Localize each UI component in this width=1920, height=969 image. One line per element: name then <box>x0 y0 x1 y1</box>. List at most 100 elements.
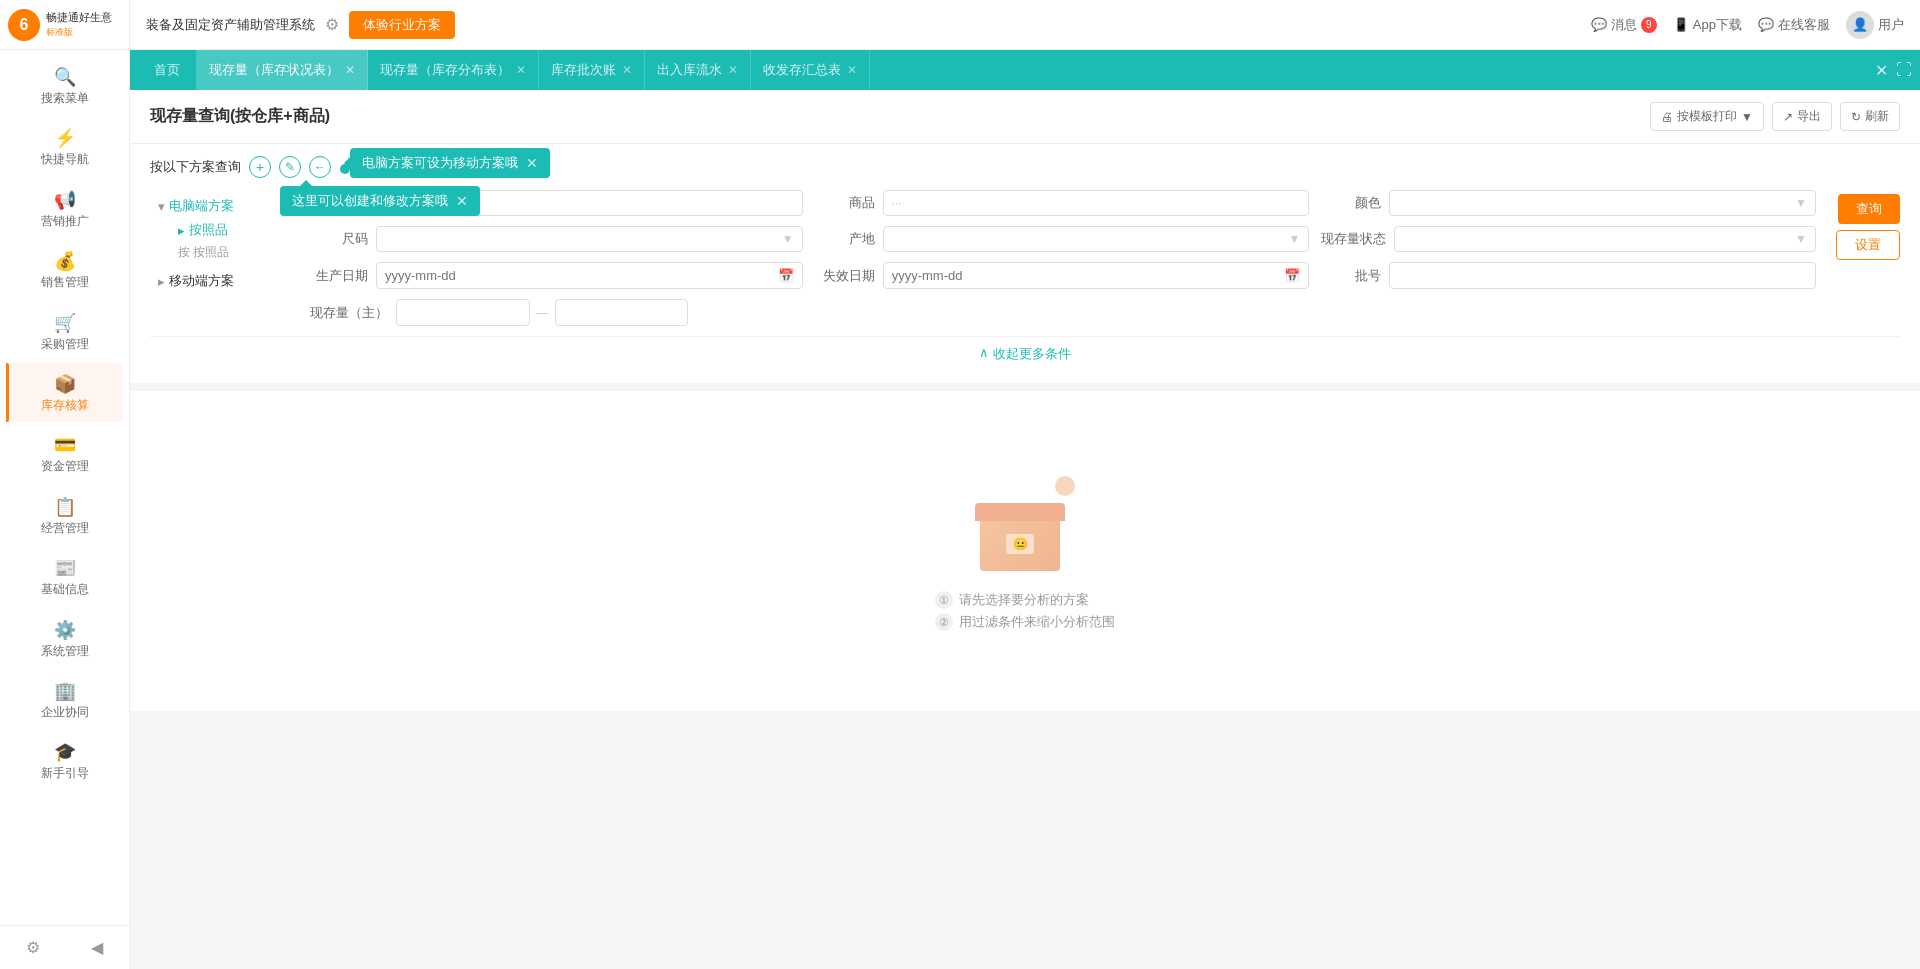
sidebar-item-purchase[interactable]: 🛒 采购管理 <box>6 302 123 361</box>
scheme-tooltip-close[interactable]: ✕ <box>526 155 538 171</box>
exp-date-field: 失效日期 📅 <box>815 262 1310 289</box>
collapse-icon: ∧ <box>979 345 989 363</box>
sidebar-item-label: 企业协同 <box>41 705 89 719</box>
tab-close-inventory-dist[interactable]: ✕ <box>516 63 526 77</box>
header-settings-icon[interactable]: ⚙ <box>325 15 339 34</box>
tab-inventory-dist[interactable]: 现存量（库存分布表） ✕ <box>368 50 539 90</box>
prod-date-input[interactable]: 📅 <box>376 262 803 289</box>
print-button[interactable]: 🖨 按模板打印 ▼ <box>1650 102 1764 131</box>
sidebar-item-operation[interactable]: 📋 经营管理 <box>6 486 123 545</box>
sidebar-item-quick-nav[interactable]: ⚡ 快捷导航 <box>6 117 123 176</box>
message-badge: 9 <box>1641 17 1657 33</box>
export-button[interactable]: ↗ 导出 <box>1772 102 1832 131</box>
tab-inventory-status[interactable]: 现存量（库存状况表） ✕ <box>197 50 368 90</box>
tab-collect-summary[interactable]: 收发存汇总表 ✕ <box>751 50 870 90</box>
stock-main-from[interactable] <box>396 299 530 326</box>
mobile-arrow-icon: ▸ <box>158 274 165 289</box>
origin-label: 产地 <box>815 230 875 248</box>
app-download-item[interactable]: 📱 App下载 <box>1673 16 1742 34</box>
plus-icon: + <box>256 159 264 175</box>
exp-calendar-icon: 📅 <box>1284 268 1300 283</box>
color-select[interactable]: ▼ <box>1389 190 1816 216</box>
header-actions: 🖨 按模板打印 ▼ ↗ 导出 ↻ 刷新 <box>1650 102 1900 143</box>
tab-close-io-flow[interactable]: ✕ <box>728 63 738 77</box>
tab-home[interactable]: 首页 <box>138 50 197 90</box>
tab-close-batch-account[interactable]: ✕ <box>622 63 632 77</box>
scheme-tree: ▾ 电脑端方案 ▸ 按照品 按 按照品 ▸ 移动端方案 <box>158 190 288 293</box>
stock-main-to-input[interactable] <box>564 305 680 320</box>
scheme-tooltip: 电脑方案可设为移动方案哦 ✕ <box>350 148 550 178</box>
message-item[interactable]: 💬 消息 9 <box>1591 16 1657 34</box>
sidebar-item-label: 系统管理 <box>41 644 89 658</box>
sales-icon: 💰 <box>54 250 76 272</box>
batch-input[interactable] <box>1389 262 1816 289</box>
search-button[interactable]: 查询 <box>1838 194 1900 224</box>
online-service-item[interactable]: 💬 在线客服 <box>1758 16 1830 34</box>
scheme-child-label: 按照品 <box>189 221 228 239</box>
tab-close-inventory-status[interactable]: ✕ <box>345 63 355 77</box>
stock-status-label: 现存量状态 <box>1321 230 1386 248</box>
user-item[interactable]: 👤 用户 <box>1846 11 1904 39</box>
tab-close-all-btn[interactable]: ✕ <box>1875 61 1888 80</box>
tab-close-collect-summary[interactable]: ✕ <box>847 63 857 77</box>
back-arrow-btn[interactable]: ← <box>309 156 331 178</box>
stock-status-select[interactable]: ▼ <box>1394 226 1816 252</box>
scheme-item-pc[interactable]: ▾ 电脑端方案 <box>158 194 288 218</box>
online-service-label: 在线客服 <box>1778 16 1830 34</box>
box-lid <box>975 503 1065 521</box>
sidebar-item-search[interactable]: 🔍 搜索菜单 <box>6 56 123 115</box>
tab-fullscreen-btn[interactable]: ⛶ <box>1896 61 1912 80</box>
filter-actions: 查询 设置 <box>1836 190 1900 260</box>
calendar-icon: 📅 <box>778 268 794 283</box>
tab-batch-account[interactable]: 库存批次账 ✕ <box>539 50 645 90</box>
prod-date-text-input[interactable] <box>385 268 778 283</box>
trial-button[interactable]: 体验行业方案 <box>349 11 455 39</box>
tab-bar-right: ✕ ⛶ <box>1875 61 1912 80</box>
filter-row-2: 尺码 ▼ 产地 ▼ <box>308 226 1816 252</box>
header-right: 💬 消息 9 📱 App下载 💬 在线客服 👤 用户 <box>1591 11 1904 39</box>
sidebar-item-inventory[interactable]: 📦 库存核算 <box>6 363 123 422</box>
sidebar-item-label: 资金管理 <box>41 459 89 473</box>
refresh-button[interactable]: ↻ 刷新 <box>1840 102 1900 131</box>
exp-date-input[interactable]: 📅 <box>883 262 1310 289</box>
stock-main-to[interactable] <box>555 299 689 326</box>
scheme-item-mobile[interactable]: ▸ 移动端方案 <box>158 269 288 293</box>
purchase-icon: 🛒 <box>54 312 76 334</box>
sidebar-item-finance[interactable]: 💳 资金管理 <box>6 424 123 483</box>
sidebar-item-basic[interactable]: 📰 基础信息 <box>6 547 123 606</box>
add-scheme-btn[interactable]: + <box>249 156 271 178</box>
batch-text-input[interactable] <box>1398 268 1807 283</box>
goods-input[interactable]: ··· <box>883 190 1310 216</box>
sidebar-item-guide[interactable]: 🎓 新手引导 <box>6 731 123 790</box>
set-button[interactable]: 设置 <box>1836 230 1900 260</box>
sidebar-settings-btn[interactable]: ⚙ <box>22 934 44 961</box>
system-title: 装备及固定资产辅助管理系统 <box>146 16 315 34</box>
sidebar-item-sales[interactable]: 💰 销售管理 <box>6 240 123 299</box>
edit-scheme-btn[interactable]: ✎ <box>279 156 301 178</box>
online-service-icon: 💬 <box>1758 17 1774 32</box>
tab-io-flow[interactable]: 出入库流水 ✕ <box>645 50 751 90</box>
top-header: 装备及固定资产辅助管理系统 ⚙ 体验行业方案 💬 消息 9 📱 App下载 💬 … <box>130 0 1920 50</box>
scheme-item-pc-child[interactable]: ▸ 按照品 <box>158 218 288 242</box>
origin-select[interactable]: ▼ <box>883 226 1310 252</box>
sidebar-item-label: 新手引导 <box>41 766 89 780</box>
edit-tooltip: 这里可以创建和修改方案哦 ✕ <box>280 186 480 216</box>
export-icon: ↗ <box>1783 110 1793 124</box>
header-left: 装备及固定资产辅助管理系统 ⚙ 体验行业方案 <box>146 11 455 39</box>
sidebar-item-marketing[interactable]: 📢 营销推广 <box>6 179 123 238</box>
stock-main-from-input[interactable] <box>405 305 521 320</box>
sidebar-nav: 🔍 搜索菜单 ⚡ 快捷导航 📢 营销推广 💰 销售管理 🛒 采购管理 📦 库存核… <box>0 50 129 925</box>
chevron-down-icon: ▼ <box>1741 110 1753 124</box>
child-arrow-icon: ▸ <box>178 223 185 238</box>
logo-badge: 标准版 <box>46 26 112 39</box>
empty-illustration: 😐 <box>965 471 1085 571</box>
sidebar-collapse-btn[interactable]: ◀ <box>87 934 107 961</box>
collapse-bar[interactable]: ∧ 收起更多条件 <box>150 336 1900 371</box>
sidebar-item-system[interactable]: ⚙️ 系统管理 <box>6 609 123 668</box>
edit-tooltip-close[interactable]: ✕ <box>456 193 468 209</box>
sidebar-item-enterprise[interactable]: 🏢 企业协同 <box>6 670 123 729</box>
exp-date-text-input[interactable] <box>892 268 1285 283</box>
size-select[interactable]: ▼ <box>376 226 803 252</box>
filter-row-1: 仓库 ··· 商品 ··· 颜色 <box>308 190 1816 216</box>
main-content: 装备及固定资产辅助管理系统 ⚙ 体验行业方案 💬 消息 9 📱 App下载 💬 … <box>130 0 1920 969</box>
